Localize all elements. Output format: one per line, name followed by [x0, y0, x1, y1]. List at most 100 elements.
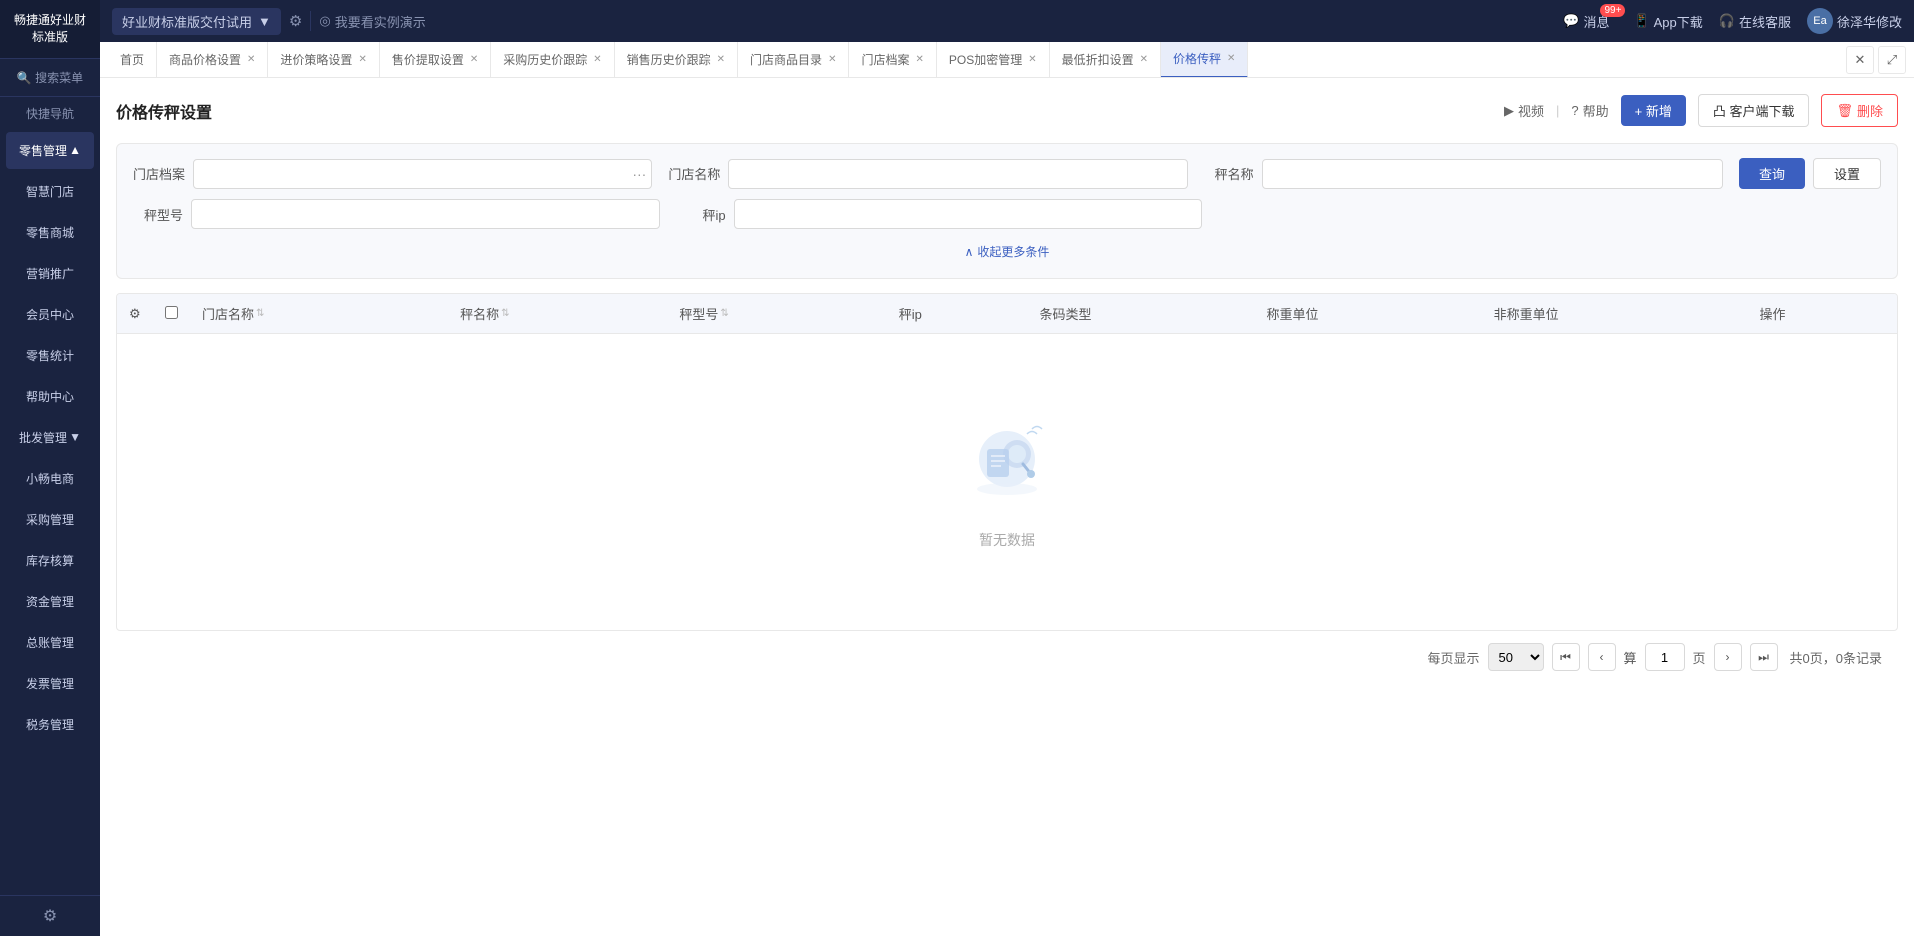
- tab-sale-history[interactable]: 销售历史价跟踪 ✕: [615, 42, 738, 78]
- sidebar-item-xiaochangec[interactable]: 小畅电商: [6, 460, 94, 497]
- tab-store-profile[interactable]: 门店档案 ✕: [849, 42, 936, 78]
- sidebar-item-retail-mall[interactable]: 零售商城: [6, 214, 94, 251]
- th-scale-name-sort[interactable]: 秤名称 ⇅: [460, 304, 655, 323]
- sidebar-item-smart-store[interactable]: 智慧门店: [6, 173, 94, 210]
- th-scale-model-sort[interactable]: 秤型号 ⇅: [679, 304, 874, 323]
- query-btn[interactable]: 查询: [1739, 158, 1805, 189]
- tab-close-price-scale[interactable]: ✕: [1227, 53, 1235, 64]
- th-store-name-sort[interactable]: 门店名称 ⇅: [202, 304, 436, 323]
- tab-price-scale[interactable]: 价格传秤 ✕: [1161, 42, 1248, 78]
- tab-close-min-discount[interactable]: ✕: [1140, 54, 1148, 65]
- gear-icon[interactable]: ⚙: [129, 306, 141, 321]
- download-client-btn[interactable]: 凸 客户端下载: [1698, 94, 1810, 127]
- settings-icon[interactable]: ⚙: [43, 908, 57, 925]
- empty-row: 暂无数据: [117, 334, 1897, 631]
- prev-page-btn[interactable]: ‹: [1588, 643, 1616, 671]
- scale-name-input[interactable]: [1262, 159, 1723, 189]
- tab-close-sale-extract[interactable]: ✕: [470, 54, 478, 65]
- message-badge: 99+: [1600, 4, 1625, 17]
- sidebar-search[interactable]: 🔍 搜索菜单: [0, 59, 100, 97]
- sort-icon: ⇅: [256, 308, 264, 319]
- video-help-btn[interactable]: ▶ 视频: [1504, 101, 1544, 120]
- tab-min-discount[interactable]: 最低折扣设置 ✕: [1050, 42, 1161, 78]
- ellipsis-icon[interactable]: ···: [632, 166, 646, 182]
- next-page-btn[interactable]: ›: [1714, 643, 1742, 671]
- empty-state: 暂无数据: [117, 334, 1897, 630]
- sidebar-item-invoice[interactable]: 发票管理: [6, 665, 94, 702]
- content-area: 价格传秤设置 ▶ 视频 | ? 帮助 + 新增 凸: [100, 78, 1914, 936]
- tab-close-purchase-history[interactable]: ✕: [593, 54, 601, 65]
- demo-link[interactable]: ◎ 我要看实例演示: [319, 12, 425, 31]
- filter-store-profile: 门店档案 ···: [133, 159, 652, 189]
- online-service-btn[interactable]: 🎧 在线客服: [1719, 12, 1791, 31]
- app-download-btn[interactable]: 📱 App下载: [1633, 12, 1702, 31]
- filter-scale-name: 秤名称: [1204, 159, 1723, 189]
- per-page-label: 每页显示: [1427, 648, 1479, 667]
- service-icon: 🎧: [1719, 13, 1735, 29]
- sidebar-item-marketing[interactable]: 营销推广: [6, 255, 94, 292]
- th-scale-ip: 秤ip: [887, 294, 1028, 334]
- sidebar-item-general-ledger[interactable]: 总账管理: [6, 624, 94, 661]
- page-label: 页: [1693, 648, 1706, 667]
- demo-icon: ◎: [319, 13, 330, 29]
- tab-close-goods-price[interactable]: ✕: [247, 54, 255, 65]
- chevron-up-icon: ∧: [965, 245, 974, 259]
- tab-close-pos-mgmt[interactable]: ✕: [1028, 54, 1036, 65]
- tab-store-catalog[interactable]: 门店商品目录 ✕: [738, 42, 849, 78]
- last-page-btn[interactable]: ⏭: [1750, 643, 1778, 671]
- tab-close-purchase-strategy[interactable]: ✕: [358, 54, 366, 65]
- select-all-checkbox[interactable]: [165, 306, 178, 319]
- th-gear: ⚙: [117, 294, 153, 334]
- sidebar-quicknav[interactable]: 快捷导航: [0, 97, 100, 130]
- tab-home[interactable]: 首页: [108, 42, 157, 78]
- scale-ip-input[interactable]: [734, 199, 1203, 229]
- sidebar-item-wholesale-mgmt[interactable]: 批发管理 ▼: [6, 419, 94, 456]
- th-checkbox: [153, 294, 190, 334]
- sidebar-item-finance[interactable]: 资金管理: [6, 583, 94, 620]
- total-info: 共0页，0条记录: [1790, 648, 1882, 667]
- scale-ip-label: 秤ip: [676, 205, 726, 224]
- sidebar-item-retail-mgmt[interactable]: 零售管理 ▲: [6, 132, 94, 169]
- version-selector[interactable]: 好业财标准版交付试用 ▼: [112, 8, 281, 35]
- collapse-bar[interactable]: ∧ 收起更多条件: [133, 239, 1881, 264]
- tab-sale-extract[interactable]: 售价提取设置 ✕: [380, 42, 491, 78]
- tab-purchase-strategy[interactable]: 进价策略设置 ✕: [268, 42, 379, 78]
- scale-model-input[interactable]: [191, 199, 660, 229]
- data-table-container: ⚙ 门店名称 ⇅ 秤名称: [116, 293, 1898, 631]
- sidebar-item-retail-stats[interactable]: 零售统计: [6, 337, 94, 374]
- pagination: 每页显示 50 10 20 100 ⏮ ‹ 算 页 › ⏭ 共0页，0条记录: [116, 631, 1898, 683]
- sidebar-item-purchase-mgmt[interactable]: 采购管理: [6, 501, 94, 538]
- main-area: 好业财标准版交付试用 ▼ ⚙ ◎ 我要看实例演示 💬 消息 99+ 📱 App下…: [100, 0, 1914, 936]
- th-weight-unit: 称重单位: [1255, 294, 1482, 334]
- store-name-input[interactable]: [728, 159, 1187, 189]
- sidebar-item-inventory[interactable]: 库存核算: [6, 542, 94, 579]
- play-icon: ▶: [1504, 103, 1514, 119]
- tab-close-store-profile[interactable]: ✕: [915, 54, 923, 65]
- sidebar-item-help[interactable]: 帮助中心: [6, 378, 94, 415]
- page-help: ▶ 视频 | ? 帮助: [1504, 101, 1609, 120]
- tab-goods-price[interactable]: 商品价格设置 ✕: [157, 42, 268, 78]
- tab-close-all-btn[interactable]: ✕: [1846, 46, 1874, 74]
- add-btn[interactable]: + 新增: [1621, 95, 1686, 126]
- page-input[interactable]: [1645, 643, 1685, 671]
- store-profile-input[interactable]: [193, 159, 652, 189]
- tab-purchase-history[interactable]: 采购历史价跟踪 ✕: [491, 42, 614, 78]
- tab-expand-btn[interactable]: ⤢: [1878, 46, 1906, 74]
- settings-icon[interactable]: ⚙: [289, 12, 302, 30]
- help-btn[interactable]: ? 帮助: [1571, 101, 1608, 120]
- tab-pos-mgmt[interactable]: POS加密管理 ✕: [937, 42, 1050, 78]
- set-btn[interactable]: 设置: [1813, 158, 1881, 189]
- sidebar-item-member[interactable]: 会员中心: [6, 296, 94, 333]
- first-page-btn[interactable]: ⏮: [1552, 643, 1580, 671]
- user-menu[interactable]: Ea 徐泽华修改: [1807, 8, 1902, 34]
- delete-icon: 🗑: [1836, 103, 1853, 119]
- tab-close-store-catalog[interactable]: ✕: [828, 54, 836, 65]
- sidebar-item-tax-mgmt[interactable]: 税务管理: [6, 706, 94, 743]
- empty-icon: [957, 414, 1057, 514]
- per-page-select[interactable]: 50 10 20 100: [1488, 643, 1544, 671]
- sidebar-footer: ⚙: [0, 895, 100, 936]
- sort-icon-3: ⇅: [720, 308, 728, 319]
- message-btn[interactable]: 💬 消息 99+: [1555, 12, 1617, 31]
- tab-close-sale-history[interactable]: ✕: [717, 54, 725, 65]
- delete-btn[interactable]: 🗑 删除: [1821, 94, 1898, 127]
